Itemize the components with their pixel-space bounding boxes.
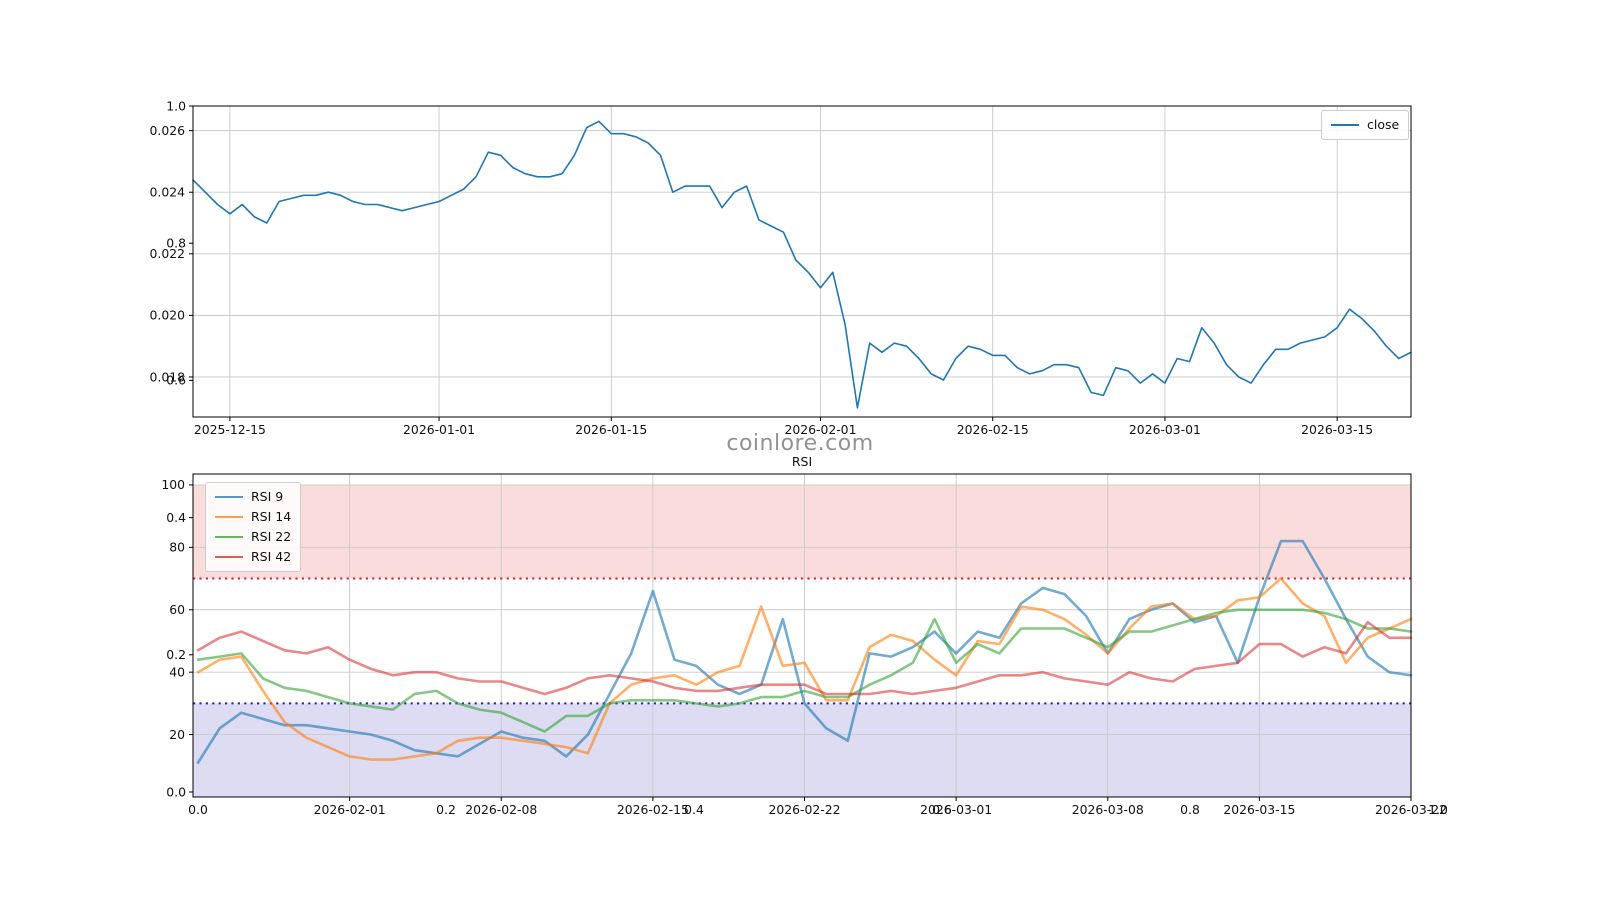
price-grid: [193, 106, 1411, 417]
close-line-swatch: [1331, 124, 1359, 126]
svg-text:0.024: 0.024: [150, 185, 186, 200]
svg-text:100: 100: [161, 477, 185, 492]
svg-text:60: 60: [169, 602, 185, 617]
legend-label-rsi9: RSI 9: [251, 489, 284, 504]
svg-text:2026-02-08: 2026-02-08: [465, 802, 537, 817]
svg-text:2026-03-08: 2026-03-08: [1072, 802, 1144, 817]
price-frame: [192, 105, 1412, 418]
svg-text:2026-03-01: 2026-03-01: [920, 802, 992, 817]
svg-text:2026-02-15: 2026-02-15: [617, 802, 689, 817]
svg-text:0.6: 0.6: [166, 373, 186, 388]
legend-entry-rsi42: RSI 42: [215, 547, 291, 567]
svg-text:0.6: 0.6: [932, 802, 952, 817]
svg-text:0.0: 0.0: [166, 784, 186, 799]
svg-text:0.0: 0.0: [188, 802, 208, 817]
svg-text:0.2: 0.2: [166, 647, 186, 662]
svg-text:2026-02-22: 2026-02-22: [768, 802, 840, 817]
legend-label-rsi14: RSI 14: [251, 509, 292, 524]
legend-entry-rsi22: RSI 22: [215, 527, 291, 547]
rsi22-line-swatch: [215, 536, 243, 538]
svg-text:20: 20: [169, 727, 185, 742]
price-tick-labels: 2025-12-15 2026-01-01 2026-01-15 2026-02-01…: [150, 123, 1374, 437]
rsi-plot: 2026-02-01 2026-02-08 2026-02-15 2026-02-22…: [161, 473, 1447, 817]
svg-text:0.4: 0.4: [684, 802, 704, 817]
legend-entry-rsi9: RSI 9: [215, 487, 291, 507]
legend-entry-close: close: [1331, 115, 1399, 135]
svg-text:0.4: 0.4: [166, 510, 186, 525]
legend-entry-rsi14: RSI 14: [215, 507, 291, 527]
overbought-band: [193, 484, 1411, 579]
svg-text:0.8: 0.8: [166, 236, 186, 251]
svg-text:1.0: 1.0: [1428, 802, 1448, 817]
svg-text:1.0: 1.0: [166, 98, 186, 113]
svg-text:0.026: 0.026: [150, 123, 186, 138]
svg-text:0.2: 0.2: [436, 802, 456, 817]
legend-label-close: close: [1367, 117, 1400, 132]
rsi-panel-title: RSI: [791, 454, 813, 469]
series-close: [192, 120, 1412, 409]
legend-label-rsi22: RSI 22: [251, 529, 292, 544]
price-legend: close: [1321, 110, 1410, 140]
svg-text:80: 80: [169, 540, 185, 555]
rsi14-line-swatch: [215, 516, 243, 518]
price-plot: 2025-12-15 2026-01-01 2026-01-15 2026-02-01…: [150, 105, 1412, 437]
svg-text:0.8: 0.8: [1180, 802, 1200, 817]
oversold-band: [193, 703, 1411, 797]
svg-text:40: 40: [169, 664, 185, 679]
legend-label-rsi42: RSI 42: [251, 549, 292, 564]
watermark: coinlore.com: [726, 431, 874, 456]
svg-text:2026-02-01: 2026-02-01: [314, 802, 386, 817]
svg-text:0.020: 0.020: [150, 308, 186, 323]
svg-text:2026-03-15: 2026-03-15: [1223, 802, 1295, 817]
rsi-legend: RSI 9 RSI 14 RSI 22 RSI 42: [205, 482, 302, 572]
rsi42-line-swatch: [215, 556, 243, 558]
figure: 2025-12-15 2026-01-01 2026-01-15 2026-02-01…: [0, 0, 1600, 900]
rsi9-line-swatch: [215, 496, 243, 498]
